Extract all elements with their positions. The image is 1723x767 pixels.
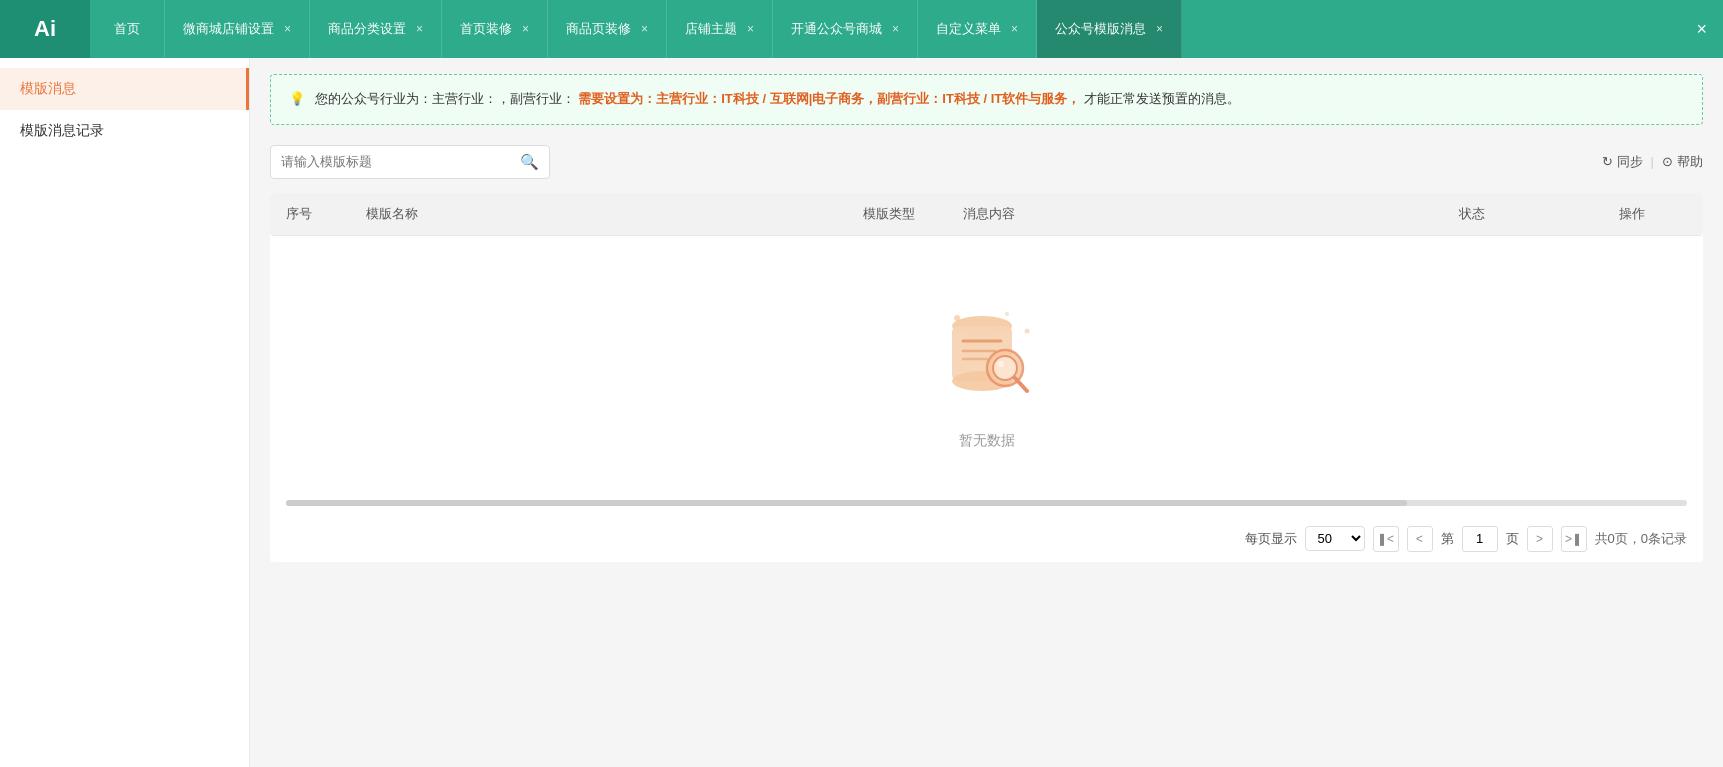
- svg-point-9: [998, 361, 1004, 367]
- pagination: 每页显示 102050100 ❚< < 第 页 > >❚ 共0页，0条记录: [270, 516, 1703, 562]
- search-bar: 🔍 ↻ 同步 | ⊙ 帮助: [270, 145, 1703, 179]
- col-header-content: 消息内容: [947, 193, 1444, 236]
- col-header-name: 模版名称: [350, 193, 847, 236]
- nav-tab-custom-menu[interactable]: 自定义菜单 ×: [918, 0, 1037, 58]
- sidebar: 模版消息模版消息记录: [0, 58, 250, 767]
- page-size-select[interactable]: 102050100: [1305, 526, 1365, 551]
- nav-tab-label-home: 首页: [114, 20, 140, 38]
- nav-tab-template-msg[interactable]: 公众号模版消息 ×: [1037, 0, 1182, 58]
- scrollbar-row: [270, 490, 1703, 516]
- svg-point-12: [1024, 328, 1029, 333]
- empty-illustration: [927, 296, 1047, 416]
- alert-highlight: 需要设置为：主营行业：IT科技 / 互联网|电子商务，副营行业：IT科技 / I…: [578, 91, 1080, 106]
- nav-tab-category-settings[interactable]: 商品分类设置 ×: [310, 0, 442, 58]
- nav-tab-label-open-mall: 开通公众号商城: [791, 20, 882, 38]
- divider: |: [1651, 154, 1654, 169]
- svg-point-10: [954, 315, 960, 321]
- scrollbar-thumb: [286, 500, 1407, 506]
- nav-tab-shop-theme[interactable]: 店铺主题 ×: [667, 0, 773, 58]
- content-area: 💡 您的公众号行业为：主营行业：，副营行业： 需要设置为：主营行业：IT科技 /…: [250, 58, 1723, 767]
- page-input[interactable]: [1462, 526, 1498, 552]
- page-total: 共0页，0条记录: [1595, 530, 1687, 548]
- empty-state: 暂无数据: [270, 236, 1703, 490]
- nav-tab-close-custom-menu[interactable]: ×: [1011, 22, 1018, 36]
- svg-point-11: [1005, 312, 1009, 316]
- nav-tabs: 首页微商城店铺设置×商品分类设置×首页装修×商品页装修×店铺主题×开通公众号商城…: [90, 0, 1680, 58]
- nav-tab-home[interactable]: 首页: [90, 0, 165, 58]
- col-header-action: 操作: [1603, 193, 1703, 236]
- sync-button[interactable]: ↻ 同步: [1602, 153, 1643, 171]
- col-header-status: 状态: [1443, 193, 1603, 236]
- alert-box: 💡 您的公众号行业为：主营行业：，副营行业： 需要设置为：主营行业：IT科技 /…: [270, 74, 1703, 125]
- next-page-button[interactable]: >: [1527, 526, 1553, 552]
- close-all-button[interactable]: ×: [1680, 0, 1723, 58]
- search-icon[interactable]: 🔍: [520, 153, 539, 171]
- nav-tab-close-open-mall[interactable]: ×: [892, 22, 899, 36]
- search-input[interactable]: [281, 154, 520, 169]
- col-header-type: 模版类型: [847, 193, 947, 236]
- sidebar-item-template-record[interactable]: 模版消息记录: [0, 110, 249, 152]
- first-page-button[interactable]: ❚<: [1373, 526, 1399, 552]
- svg-point-7: [993, 356, 1017, 380]
- nav-tab-label-template-msg: 公众号模版消息: [1055, 20, 1146, 38]
- sync-icon: ↻: [1602, 154, 1613, 169]
- nav-tab-shop-settings[interactable]: 微商城店铺设置 ×: [165, 0, 310, 58]
- table-header-row: 序号模版名称模版类型消息内容状态操作: [270, 193, 1703, 236]
- prev-page-button[interactable]: <: [1407, 526, 1433, 552]
- top-nav: Ai 首页微商城店铺设置×商品分类设置×首页装修×商品页装修×店铺主题×开通公众…: [0, 0, 1723, 58]
- logo: Ai: [0, 0, 90, 58]
- nav-tab-label-product-decor: 商品页装修: [566, 20, 631, 38]
- empty-text: 暂无数据: [270, 432, 1703, 450]
- nav-tab-label-category-settings: 商品分类设置: [328, 20, 406, 38]
- last-page-button[interactable]: >❚: [1561, 526, 1587, 552]
- alert-icon: 💡: [289, 91, 305, 106]
- nav-tab-label-home-decor: 首页装修: [460, 20, 512, 38]
- nav-tab-product-decor[interactable]: 商品页装修 ×: [548, 0, 667, 58]
- page-unit: 页: [1506, 530, 1519, 548]
- data-table: 序号模版名称模版类型消息内容状态操作: [270, 193, 1703, 236]
- sidebar-item-template[interactable]: 模版消息: [0, 68, 249, 110]
- search-input-wrap: 🔍: [270, 145, 550, 179]
- table-container: 序号模版名称模版类型消息内容状态操作: [270, 193, 1703, 562]
- sync-label: 同步: [1617, 153, 1643, 171]
- nav-tab-home-decor[interactable]: 首页装修 ×: [442, 0, 548, 58]
- nav-tab-close-shop-settings[interactable]: ×: [284, 22, 291, 36]
- col-header-index: 序号: [270, 193, 350, 236]
- page-size-label: 每页显示: [1245, 530, 1297, 548]
- nav-tab-label-shop-theme: 店铺主题: [685, 20, 737, 38]
- nav-tab-open-mall[interactable]: 开通公众号商城 ×: [773, 0, 918, 58]
- help-icon: ⊙: [1662, 154, 1673, 169]
- svg-line-8: [1015, 378, 1027, 391]
- page-label: 第: [1441, 530, 1454, 548]
- nav-tab-close-template-msg[interactable]: ×: [1156, 22, 1163, 36]
- main-layout: 模版消息模版消息记录 💡 您的公众号行业为：主营行业：，副营行业： 需要设置为：…: [0, 58, 1723, 767]
- nav-tab-close-home-decor[interactable]: ×: [522, 22, 529, 36]
- nav-tab-label-custom-menu: 自定义菜单: [936, 20, 1001, 38]
- nav-tab-close-product-decor[interactable]: ×: [641, 22, 648, 36]
- help-label: 帮助: [1677, 153, 1703, 171]
- help-button[interactable]: ⊙ 帮助: [1662, 153, 1703, 171]
- nav-tab-close-shop-theme[interactable]: ×: [747, 22, 754, 36]
- nav-tab-close-category-settings[interactable]: ×: [416, 22, 423, 36]
- nav-tab-label-shop-settings: 微商城店铺设置: [183, 20, 274, 38]
- search-actions: ↻ 同步 | ⊙ 帮助: [1602, 153, 1703, 171]
- scrollbar-track[interactable]: [286, 500, 1687, 506]
- alert-prefix: 您的公众号行业为：主营行业：，副营行业：: [315, 91, 575, 106]
- alert-suffix: 才能正常发送预置的消息。: [1084, 91, 1240, 106]
